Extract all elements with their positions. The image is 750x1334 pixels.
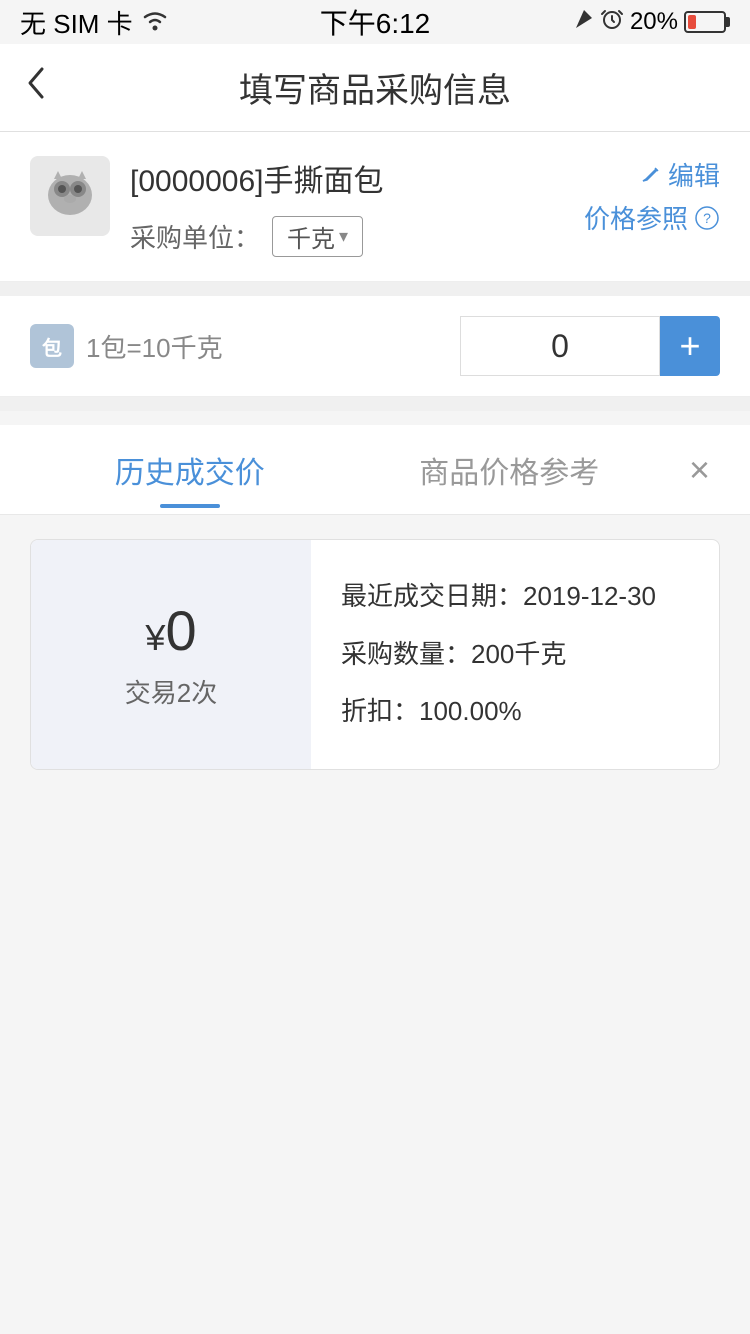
tabs-close-button[interactable]: × [679,439,720,501]
tab-product-price-label: 商品价格参考 [419,457,599,490]
price-amount: 0 [165,599,196,662]
price-date-row: 最近成交日期：2019-12-30 [341,576,689,618]
product-unit-row: 采购单位： 千克 ▾ [130,216,383,257]
qty-detail-label: 采购数量： [341,639,471,669]
status-time: 下午6:12 [320,2,431,42]
product-info: [0000006]手撕面包 采购单位： 千克 ▾ [130,156,383,257]
svg-text:?: ? [703,210,711,226]
unit-dropdown-arrow: ▾ [339,226,348,247]
qty-input-group: 0 + [460,316,720,376]
gps-icon [574,8,594,37]
unit-selector[interactable]: 千克 ▾ [272,216,363,257]
price-card-right: 最近成交日期：2019-12-30 采购数量：200千克 折扣：100.00% [311,540,719,769]
date-label: 最近成交日期： [341,581,523,611]
qty-detail-value: 200千克 [471,639,566,669]
network-label: 无 SIM 卡 [20,4,133,41]
unit-value: 千克 [287,219,335,254]
close-icon: × [689,449,710,490]
qty-conversion-label: 1包=10千克 [86,328,223,365]
quantity-section: 包 1包=10千克 0 + [0,296,750,397]
unit-type-text: 包 [42,332,62,361]
quantity-input[interactable]: 0 [460,316,660,376]
tabs-bar: 历史成交价 商品价格参考 × [0,425,750,515]
product-card: [0000006]手撕面包 采购单位： 千克 ▾ 编辑 价格参照 [0,132,750,282]
product-logo [30,156,110,236]
battery-icon [684,11,730,33]
price-ref-label: 价格参照 [584,199,688,236]
price-card: ¥0 交易2次 最近成交日期：2019-12-30 采购数量：200千克 折扣：… [30,539,720,770]
price-trades: 交易2次 [125,673,217,710]
alarm-icon [600,7,624,38]
nav-bar: 填写商品采购信息 [0,44,750,132]
status-right: 20% [574,7,730,38]
price-card-area: ¥0 交易2次 最近成交日期：2019-12-30 采购数量：200千克 折扣：… [0,515,750,1115]
product-logo-text [40,161,100,231]
edit-button[interactable]: 编辑 [640,156,720,193]
discount-value: 100.00% [419,696,522,726]
date-value: 2019-12-30 [523,581,656,611]
unit-type-badge: 包 [30,324,74,368]
back-button[interactable] [24,63,48,112]
price-display: ¥0 [145,598,196,663]
tab-history-price[interactable]: 历史成交价 [30,432,349,508]
section-divider-2 [0,397,750,411]
price-qty-row: 采购数量：200千克 [341,634,689,676]
page-title: 填写商品采购信息 [239,63,511,112]
qty-plus-button[interactable]: + [660,316,720,376]
status-left: 无 SIM 卡 [20,4,169,41]
discount-label: 折扣： [341,696,419,726]
unit-label: 采购单位： [130,218,260,255]
price-discount-row: 折扣：100.00% [341,691,689,733]
product-name: [0000006]手撕面包 [130,156,383,200]
product-right-col: 编辑 价格参照 ? [584,156,720,236]
edit-label: 编辑 [668,156,720,193]
currency-symbol: ¥ [145,617,165,658]
tab-history-label: 历史成交价 [115,457,265,490]
battery-percent: 20% [630,8,678,36]
price-card-left: ¥0 交易2次 [31,540,311,769]
wifi-icon [141,7,169,38]
price-ref-button[interactable]: 价格参照 ? [584,199,720,236]
section-divider-1 [0,282,750,296]
qty-label-group: 包 1包=10千克 [30,324,223,368]
tab-product-price-ref[interactable]: 商品价格参考 [349,432,668,508]
plus-icon: + [679,325,700,367]
status-bar: 无 SIM 卡 下午6:12 20% [0,0,750,44]
